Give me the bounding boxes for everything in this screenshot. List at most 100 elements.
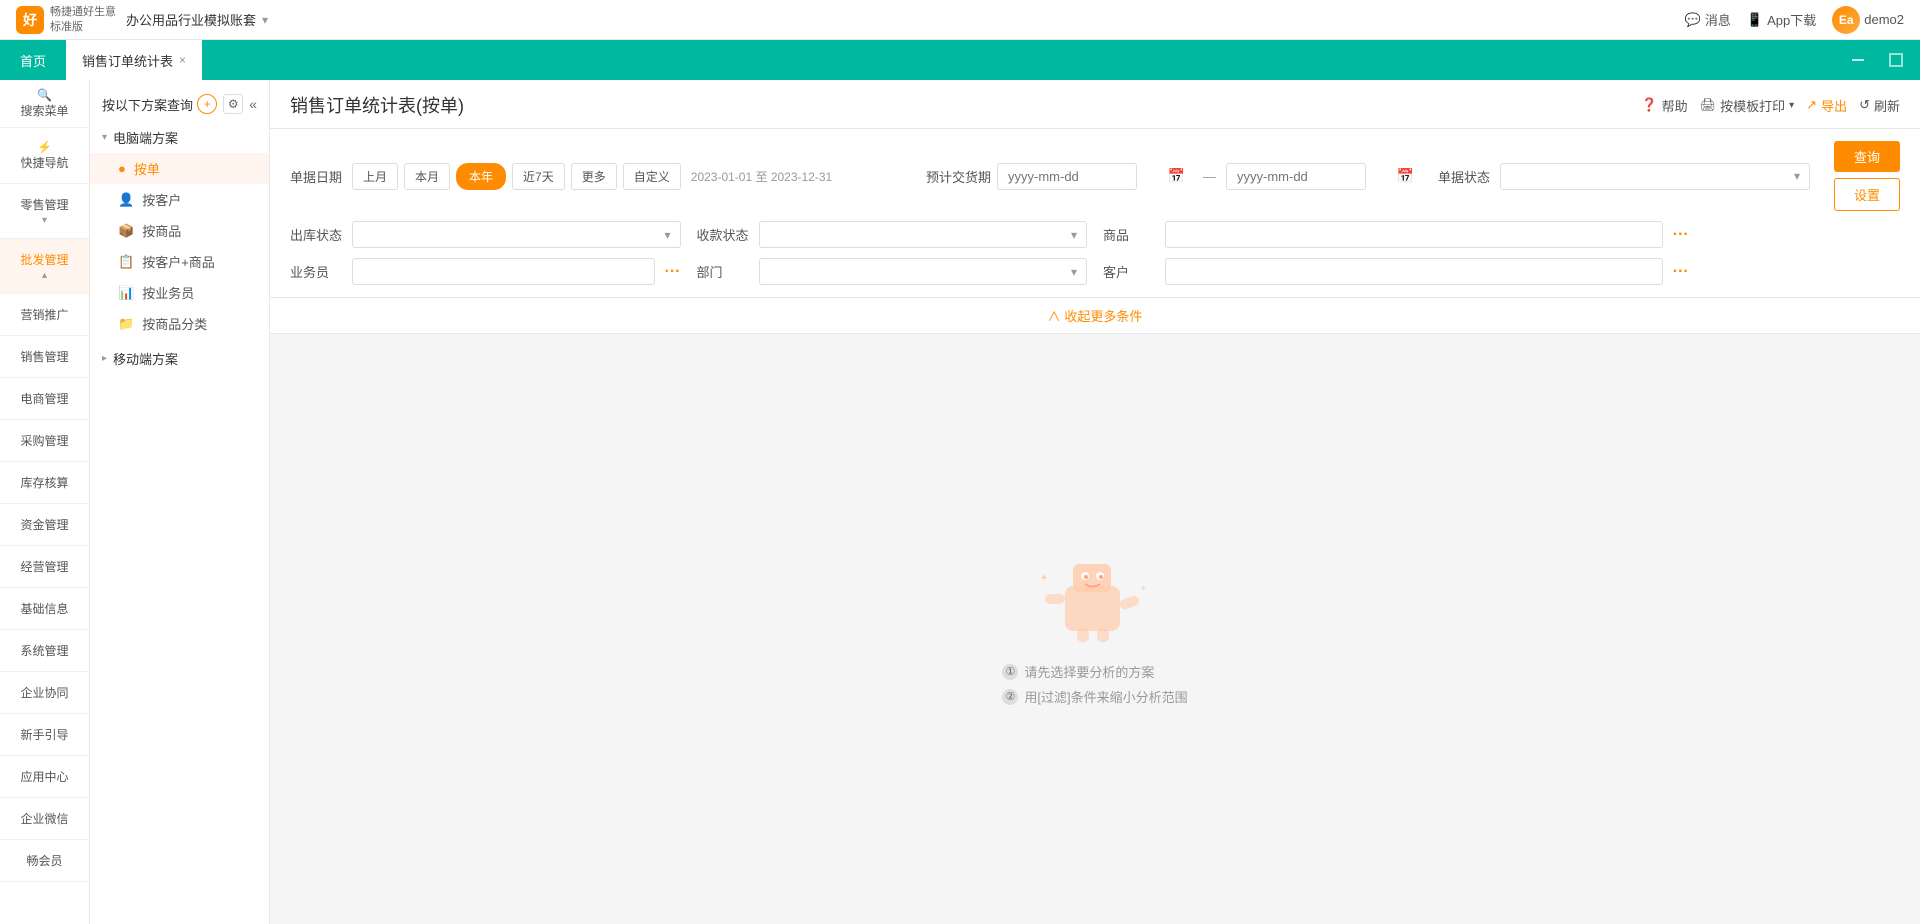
sidebar-item-operations[interactable]: 经营管理 bbox=[0, 546, 89, 588]
delivery-date-to-wrapper: 📅 bbox=[1226, 163, 1422, 190]
sidebar-item-wechat[interactable]: 企业微信 bbox=[0, 798, 89, 840]
date-current-year-btn[interactable]: 本年 bbox=[456, 163, 506, 190]
query-btn[interactable]: 查询 bbox=[1834, 141, 1900, 172]
logo-area: 好 畅捷通好生意 标准版 bbox=[16, 5, 116, 34]
message-icon: 💬 bbox=[1685, 12, 1701, 28]
print-btn[interactable]: 🖨 按模板打印 ▾ bbox=[1700, 96, 1795, 115]
scheme-item-by-customer-product-icon: 📋 bbox=[118, 254, 134, 270]
empty-illustration: ✦ ✦ bbox=[1035, 546, 1155, 646]
breadcrumb-arrow-icon[interactable]: ▾ bbox=[262, 13, 268, 27]
scheme-item-by-product[interactable]: 📦 按商品 bbox=[90, 215, 269, 246]
date-last-month-btn[interactable]: 上月 bbox=[352, 163, 398, 190]
calendar-to-icon[interactable]: 📅 bbox=[1397, 168, 1414, 185]
sidebar-item-enterprise[interactable]: 企业协同 bbox=[0, 672, 89, 714]
sidebar-item-sales[interactable]: 销售管理 bbox=[0, 336, 89, 378]
date-more-btn[interactable]: 更多 bbox=[571, 163, 617, 190]
status-select-wrapper bbox=[1500, 163, 1810, 190]
delivery-date-to-input[interactable] bbox=[1226, 163, 1366, 190]
scheme-item-by-salesperson[interactable]: 📊 按业务员 bbox=[90, 277, 269, 308]
query-btn-area: 查询 设置 bbox=[1834, 141, 1900, 211]
scheme-item-by-customer-product[interactable]: 📋 按客户+商品 bbox=[90, 246, 269, 277]
page-header: 销售订单统计表(按单) ❓ 帮助 🖨 按模板打印 ▾ ↗ 导出 bbox=[270, 80, 1920, 129]
sidebar-item-marketing[interactable]: 营销推广 bbox=[0, 294, 89, 336]
scheme-item-by-customer[interactable]: 👤 按客户 bbox=[90, 184, 269, 215]
sidebar-item-member[interactable]: 畅会员 bbox=[0, 840, 89, 882]
top-bar-left: 好 畅捷通好生意 标准版 办公用品行业模拟账套 ▾ bbox=[16, 5, 268, 34]
ship-status-wrapper bbox=[352, 221, 681, 248]
customer-more-btn[interactable]: ··· bbox=[1669, 263, 1689, 281]
customer-label: 客户 bbox=[1103, 262, 1159, 281]
filter-row-2: 出库状态 收款状态 bbox=[290, 221, 1900, 248]
sidebar-item-ecommerce[interactable]: 电商管理 bbox=[0, 378, 89, 420]
payment-status-group: 收款状态 bbox=[697, 221, 1088, 248]
salesperson-more-btn[interactable]: ··· bbox=[661, 263, 681, 281]
payment-status-wrapper bbox=[759, 221, 1088, 248]
export-btn[interactable]: ↗ 导出 bbox=[1806, 96, 1847, 115]
logo-text: 畅捷通好生意 标准版 bbox=[50, 5, 116, 34]
sidebar-item-system[interactable]: 系统管理 bbox=[0, 630, 89, 672]
sidebar-item-quick-nav[interactable]: ⚡ 快捷导航 bbox=[0, 128, 89, 184]
tab-bar: 首页 销售订单统计表 × bbox=[0, 40, 1920, 80]
sidebar-item-inventory[interactable]: 库存核算 bbox=[0, 462, 89, 504]
sidebar-item-search[interactable]: 🔍 搜索菜单 bbox=[0, 80, 89, 128]
customer-input[interactable] bbox=[1165, 258, 1663, 285]
dept-select[interactable] bbox=[759, 258, 1088, 285]
user-menu[interactable]: Ea demo2 bbox=[1832, 6, 1904, 34]
dept-group: 部门 bbox=[697, 258, 1088, 285]
app-download-btn[interactable]: 📱 App下载 bbox=[1747, 10, 1816, 29]
date-this-month-btn[interactable]: 本月 bbox=[404, 163, 450, 190]
breadcrumb-text: 办公用品行业模拟账套 bbox=[126, 10, 256, 29]
ship-status-select[interactable] bbox=[352, 221, 681, 248]
goods-group: 商品 ··· bbox=[1103, 221, 1689, 248]
date-last-7days-btn[interactable]: 近7天 bbox=[512, 163, 565, 190]
date-custom-btn[interactable]: 自定义 bbox=[623, 163, 681, 190]
scheme-group-pc-arrow: ▾ bbox=[102, 132, 107, 143]
refresh-icon: ↺ bbox=[1859, 97, 1870, 113]
sidebar-item-appcenter[interactable]: 应用中心 bbox=[0, 756, 89, 798]
sidebar-item-wholesale[interactable]: 批发管理 ▴ bbox=[0, 239, 89, 294]
calendar-from-icon[interactable]: 📅 bbox=[1168, 168, 1185, 185]
tab-active[interactable]: 销售订单统计表 × bbox=[66, 40, 202, 80]
results-area: ✦ ✦ ① 请先选择要分析的方案 ② 用[过滤]条件来缩小分析范围 bbox=[270, 334, 1920, 924]
window-maximize-btn[interactable] bbox=[1882, 46, 1910, 74]
print-icon: 🖨 bbox=[1700, 97, 1717, 113]
scheme-group-mobile-arrow: ▸ bbox=[102, 353, 107, 364]
scheme-item-by-category-icon: 📁 bbox=[118, 316, 134, 332]
customer-group: 客户 ··· bbox=[1103, 258, 1689, 285]
collapse-row[interactable]: ∧ 收起更多条件 bbox=[270, 298, 1920, 334]
scheme-panel-actions: + ⚙ « bbox=[197, 94, 257, 114]
help-btn[interactable]: ❓ 帮助 bbox=[1641, 96, 1687, 115]
scheme-settings-btn[interactable]: ⚙ bbox=[223, 94, 243, 114]
scheme-collapse-btn[interactable]: « bbox=[249, 96, 257, 112]
salesperson-input[interactable] bbox=[352, 258, 655, 285]
window-minimize-btn[interactable] bbox=[1844, 46, 1872, 74]
scheme-panel: 按以下方案查询 + ⚙ « ▾ 电脑端方案 ● 按单 👤 按客 bbox=[90, 80, 270, 924]
sidebar-item-finance[interactable]: 资金管理 bbox=[0, 504, 89, 546]
sidebar-item-newbie[interactable]: 新手引导 bbox=[0, 714, 89, 756]
scheme-group-mobile-header[interactable]: ▸ 移动端方案 bbox=[90, 343, 269, 374]
tab-close-btn[interactable]: × bbox=[179, 53, 186, 67]
filter-row-3: 业务员 ··· 部门 客户 bbox=[290, 258, 1900, 285]
scheme-group-pc-header[interactable]: ▾ 电脑端方案 bbox=[90, 122, 269, 153]
tab-home[interactable]: 首页 bbox=[0, 40, 66, 80]
sidebar-item-purchase[interactable]: 采购管理 bbox=[0, 420, 89, 462]
svg-text:✦: ✦ bbox=[1040, 573, 1048, 584]
scheme-item-by-category[interactable]: 📁 按商品分类 bbox=[90, 308, 269, 339]
dept-label: 部门 bbox=[697, 262, 753, 281]
scheme-item-by-order[interactable]: ● 按单 bbox=[90, 153, 269, 184]
scheme-group-pc: ▾ 电脑端方案 ● 按单 👤 按客户 📦 按商品 📋 按客户+商品 bbox=[90, 122, 269, 339]
settings-btn[interactable]: 设置 bbox=[1834, 178, 1900, 211]
status-select[interactable] bbox=[1500, 163, 1810, 190]
goods-more-btn[interactable]: ··· bbox=[1669, 226, 1689, 244]
sidebar-item-retail[interactable]: 零售管理 ▾ bbox=[0, 184, 89, 239]
sidebar-item-basic[interactable]: 基础信息 bbox=[0, 588, 89, 630]
scheme-add-btn[interactable]: + bbox=[197, 94, 217, 114]
delivery-date-from-input[interactable] bbox=[997, 163, 1137, 190]
status-label: 单据状态 bbox=[1438, 167, 1494, 186]
filter-area: 单据日期 上月 本月 本年 近7天 更多 自定义 2023-01-01 至 20… bbox=[270, 129, 1920, 298]
payment-status-select[interactable] bbox=[759, 221, 1088, 248]
print-arrow-icon: ▾ bbox=[1789, 100, 1794, 111]
refresh-btn[interactable]: ↺ 刷新 bbox=[1859, 96, 1900, 115]
goods-input[interactable] bbox=[1165, 221, 1663, 248]
message-btn[interactable]: 💬 消息 bbox=[1685, 10, 1731, 29]
